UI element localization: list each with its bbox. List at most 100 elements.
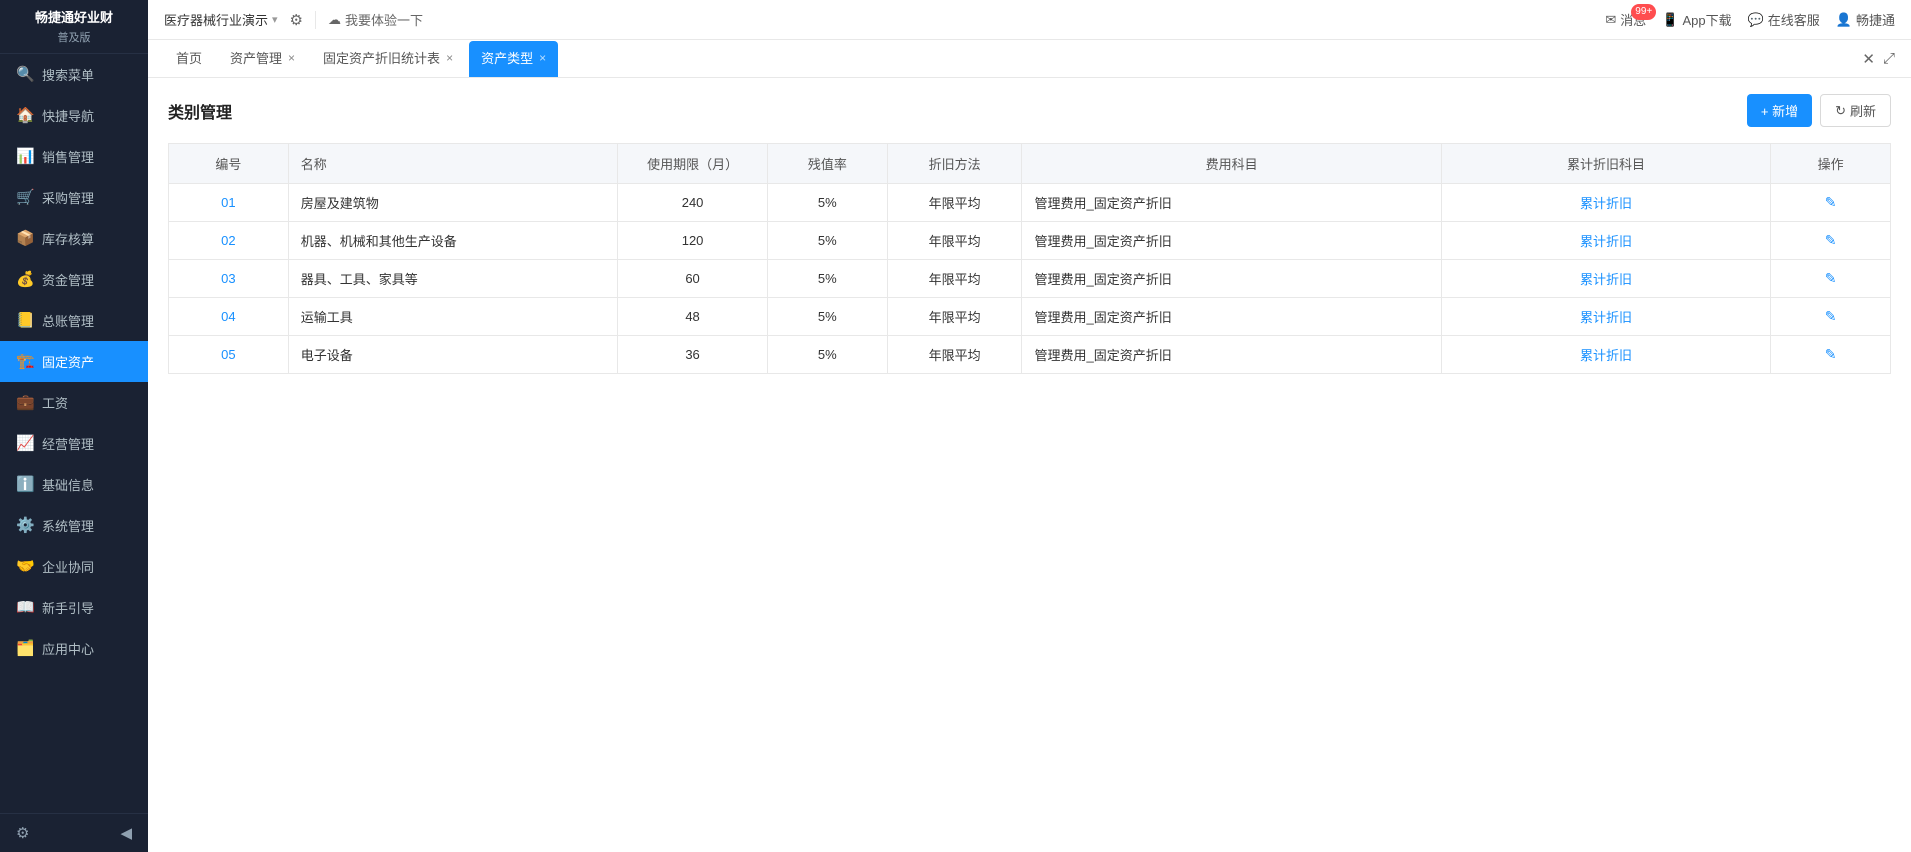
table-body: 01房屋及建筑物2405%年限平均管理费用_固定资产折旧累计折旧✎02机器、机械… [169, 184, 1891, 374]
app-title: 畅捷通好业财 [35, 10, 113, 27]
link-value[interactable]: 累计折旧 [1580, 234, 1632, 249]
cell-4: 年限平均 [887, 336, 1022, 374]
link-value[interactable]: 累计折旧 [1580, 196, 1632, 211]
sales-icon: 📊 [16, 147, 34, 165]
tabs-bar: 首页资产管理× 固定资产折旧统计表 × 资产类型 × ✕ ⤢ [148, 40, 1911, 78]
tab-home[interactable]: 首页 [164, 41, 214, 77]
topbar-App下载[interactable]: 📱App下载 [1662, 10, 1731, 29]
settings-icon[interactable]: ⚙ [16, 824, 29, 842]
link-value[interactable]: 累计折旧 [1580, 310, 1632, 325]
sidebar-bottom: ⚙ ◀ [0, 813, 148, 852]
sidebar-item-ledger[interactable]: 📒总账管理 [0, 300, 148, 341]
experience-btn[interactable]: ☁ 我要体验一下 [328, 10, 423, 29]
close-window-icon[interactable]: ✕ [1862, 50, 1875, 68]
sidebar-item-capital[interactable]: 💰资金管理 [0, 259, 148, 300]
add-button[interactable]: + 新增 [1747, 94, 1812, 127]
topbar-divider [315, 11, 316, 29]
sidebar-label-sys-mgmt: 系统管理 [42, 516, 94, 535]
edit-icon[interactable]: ✎ [1825, 346, 1837, 362]
cell-7[interactable]: ✎ [1771, 260, 1891, 298]
cell-6: 累计折旧 [1441, 260, 1770, 298]
tab-asset-mgmt[interactable]: 资产管理× [218, 41, 307, 77]
col-header-2: 使用期限（月） [618, 144, 768, 184]
window-controls: ✕ ⤢ [1862, 50, 1895, 68]
topbar-在线客服[interactable]: 💬在线客服 [1748, 10, 1820, 29]
cell-3: 5% [767, 336, 887, 374]
sidebar-label-inventory: 库存核算 [42, 229, 94, 248]
cell-7[interactable]: ✎ [1771, 222, 1891, 260]
sidebar-item-salary[interactable]: 💼工资 [0, 382, 148, 423]
sidebar-item-sales[interactable]: 📊销售管理 [0, 136, 148, 177]
operations-icon: 📈 [16, 434, 34, 452]
tab-label-asset-type: 资产类型 [481, 48, 533, 67]
topbar-gear-icon[interactable]: ⚙ [290, 11, 303, 29]
link-value[interactable]: 累计折旧 [1580, 272, 1632, 287]
inventory-icon: 📦 [16, 229, 34, 247]
sidebar-item-app-center[interactable]: 🗂️应用中心 [0, 628, 148, 669]
cell-0: 02 [169, 222, 289, 260]
cell-3: 5% [767, 298, 887, 336]
tab-close-asset-type[interactable]: × [539, 51, 546, 65]
cell-2: 120 [618, 222, 768, 260]
topbar-label-App下载: App下载 [1682, 10, 1731, 29]
edit-icon[interactable]: ✎ [1825, 232, 1837, 248]
cell-5: 管理费用_固定资产折旧 [1022, 298, 1441, 336]
table-row: 01房屋及建筑物2405%年限平均管理费用_固定资产折旧累计折旧✎ [169, 184, 1891, 222]
tab-close-asset-mgmt[interactable]: × [288, 51, 295, 65]
collapse-icon[interactable]: ◀ [120, 824, 132, 842]
service-icon: 💬 [1748, 12, 1764, 28]
edit-icon[interactable]: ✎ [1825, 308, 1837, 324]
sidebar-item-sys-mgmt[interactable]: ⚙️系统管理 [0, 505, 148, 546]
cell-7[interactable]: ✎ [1771, 184, 1891, 222]
link-value[interactable]: 02 [221, 233, 235, 248]
category-table: 编号名称使用期限（月）残值率折旧方法费用科目累计折旧科目操作 01房屋及建筑物2… [168, 143, 1891, 374]
refresh-button[interactable]: ↻ 刷新 [1820, 94, 1891, 127]
tab-asset-type[interactable]: 资产类型 × [469, 41, 558, 77]
sidebar-item-base-info[interactable]: ℹ️基础信息 [0, 464, 148, 505]
topbar-消息[interactable]: ✉99+消息 [1605, 10, 1646, 29]
cell-7[interactable]: ✎ [1771, 336, 1891, 374]
sidebar-item-quick-nav[interactable]: 🏠快捷导航 [0, 95, 148, 136]
capital-icon: 💰 [16, 270, 34, 288]
link-value[interactable]: 01 [221, 195, 235, 210]
cell-6: 累计折旧 [1441, 336, 1770, 374]
link-value[interactable]: 05 [221, 347, 235, 362]
company-selector[interactable]: 医疗器械行业演示 ▾ [164, 10, 278, 29]
sidebar-label-operations: 经营管理 [42, 434, 94, 453]
cell-5: 管理费用_固定资产折旧 [1022, 184, 1441, 222]
tab-close-fixed-asset-table[interactable]: × [446, 51, 453, 65]
link-value[interactable]: 03 [221, 271, 235, 286]
cell-0: 04 [169, 298, 289, 336]
col-header-4: 折旧方法 [887, 144, 1022, 184]
app-center-icon: 🗂️ [16, 639, 34, 657]
table-head: 编号名称使用期限（月）残值率折旧方法费用科目累计折旧科目操作 [169, 144, 1891, 184]
cell-0: 01 [169, 184, 289, 222]
sidebar-item-fixed-asset[interactable]: 🏗️固定资产 [0, 341, 148, 382]
topbar-right: ✉99+消息 📱App下载 💬在线客服 👤畅捷通 [1605, 10, 1895, 29]
sidebar-item-purchase[interactable]: 🛒采购管理 [0, 177, 148, 218]
sidebar-label-purchase: 采购管理 [42, 188, 94, 207]
cell-1: 器具、工具、家具等 [288, 260, 617, 298]
maximize-window-icon[interactable]: ⤢ [1883, 50, 1895, 67]
cell-7[interactable]: ✎ [1771, 298, 1891, 336]
sidebar-label-guide: 新手引导 [42, 598, 94, 617]
sidebar-label-quick-nav: 快捷导航 [42, 106, 94, 125]
link-value[interactable]: 累计折旧 [1580, 348, 1632, 363]
page-header: 类别管理 + 新增 ↻ 刷新 [168, 94, 1891, 127]
sidebar-item-search[interactable]: 🔍搜索菜单 [0, 54, 148, 95]
link-value[interactable]: 04 [221, 309, 235, 324]
logo-area: 畅捷通好业财 普及版 [0, 0, 148, 54]
sidebar-item-corp-collab[interactable]: 🤝企业协同 [0, 546, 148, 587]
topbar-畅捷通[interactable]: 👤畅捷通 [1836, 10, 1895, 29]
sidebar-item-guide[interactable]: 📖新手引导 [0, 587, 148, 628]
edit-icon[interactable]: ✎ [1825, 270, 1837, 286]
topbar: 医疗器械行业演示 ▾ ⚙ ☁ 我要体验一下 ✉99+消息 📱App下载 💬在线客服 👤… [148, 0, 1911, 40]
sidebar-label-ledger: 总账管理 [42, 311, 94, 330]
tab-label-fixed-asset-table: 固定资产折旧统计表 [323, 48, 440, 67]
cell-1: 电子设备 [288, 336, 617, 374]
sidebar-item-operations[interactable]: 📈 经营管理 [0, 423, 148, 464]
tab-fixed-asset-table[interactable]: 固定资产折旧统计表 × [311, 41, 465, 77]
refresh-icon: ↻ [1835, 103, 1846, 119]
sidebar-item-inventory[interactable]: 📦 库存核算 [0, 218, 148, 259]
edit-icon[interactable]: ✎ [1825, 194, 1837, 210]
